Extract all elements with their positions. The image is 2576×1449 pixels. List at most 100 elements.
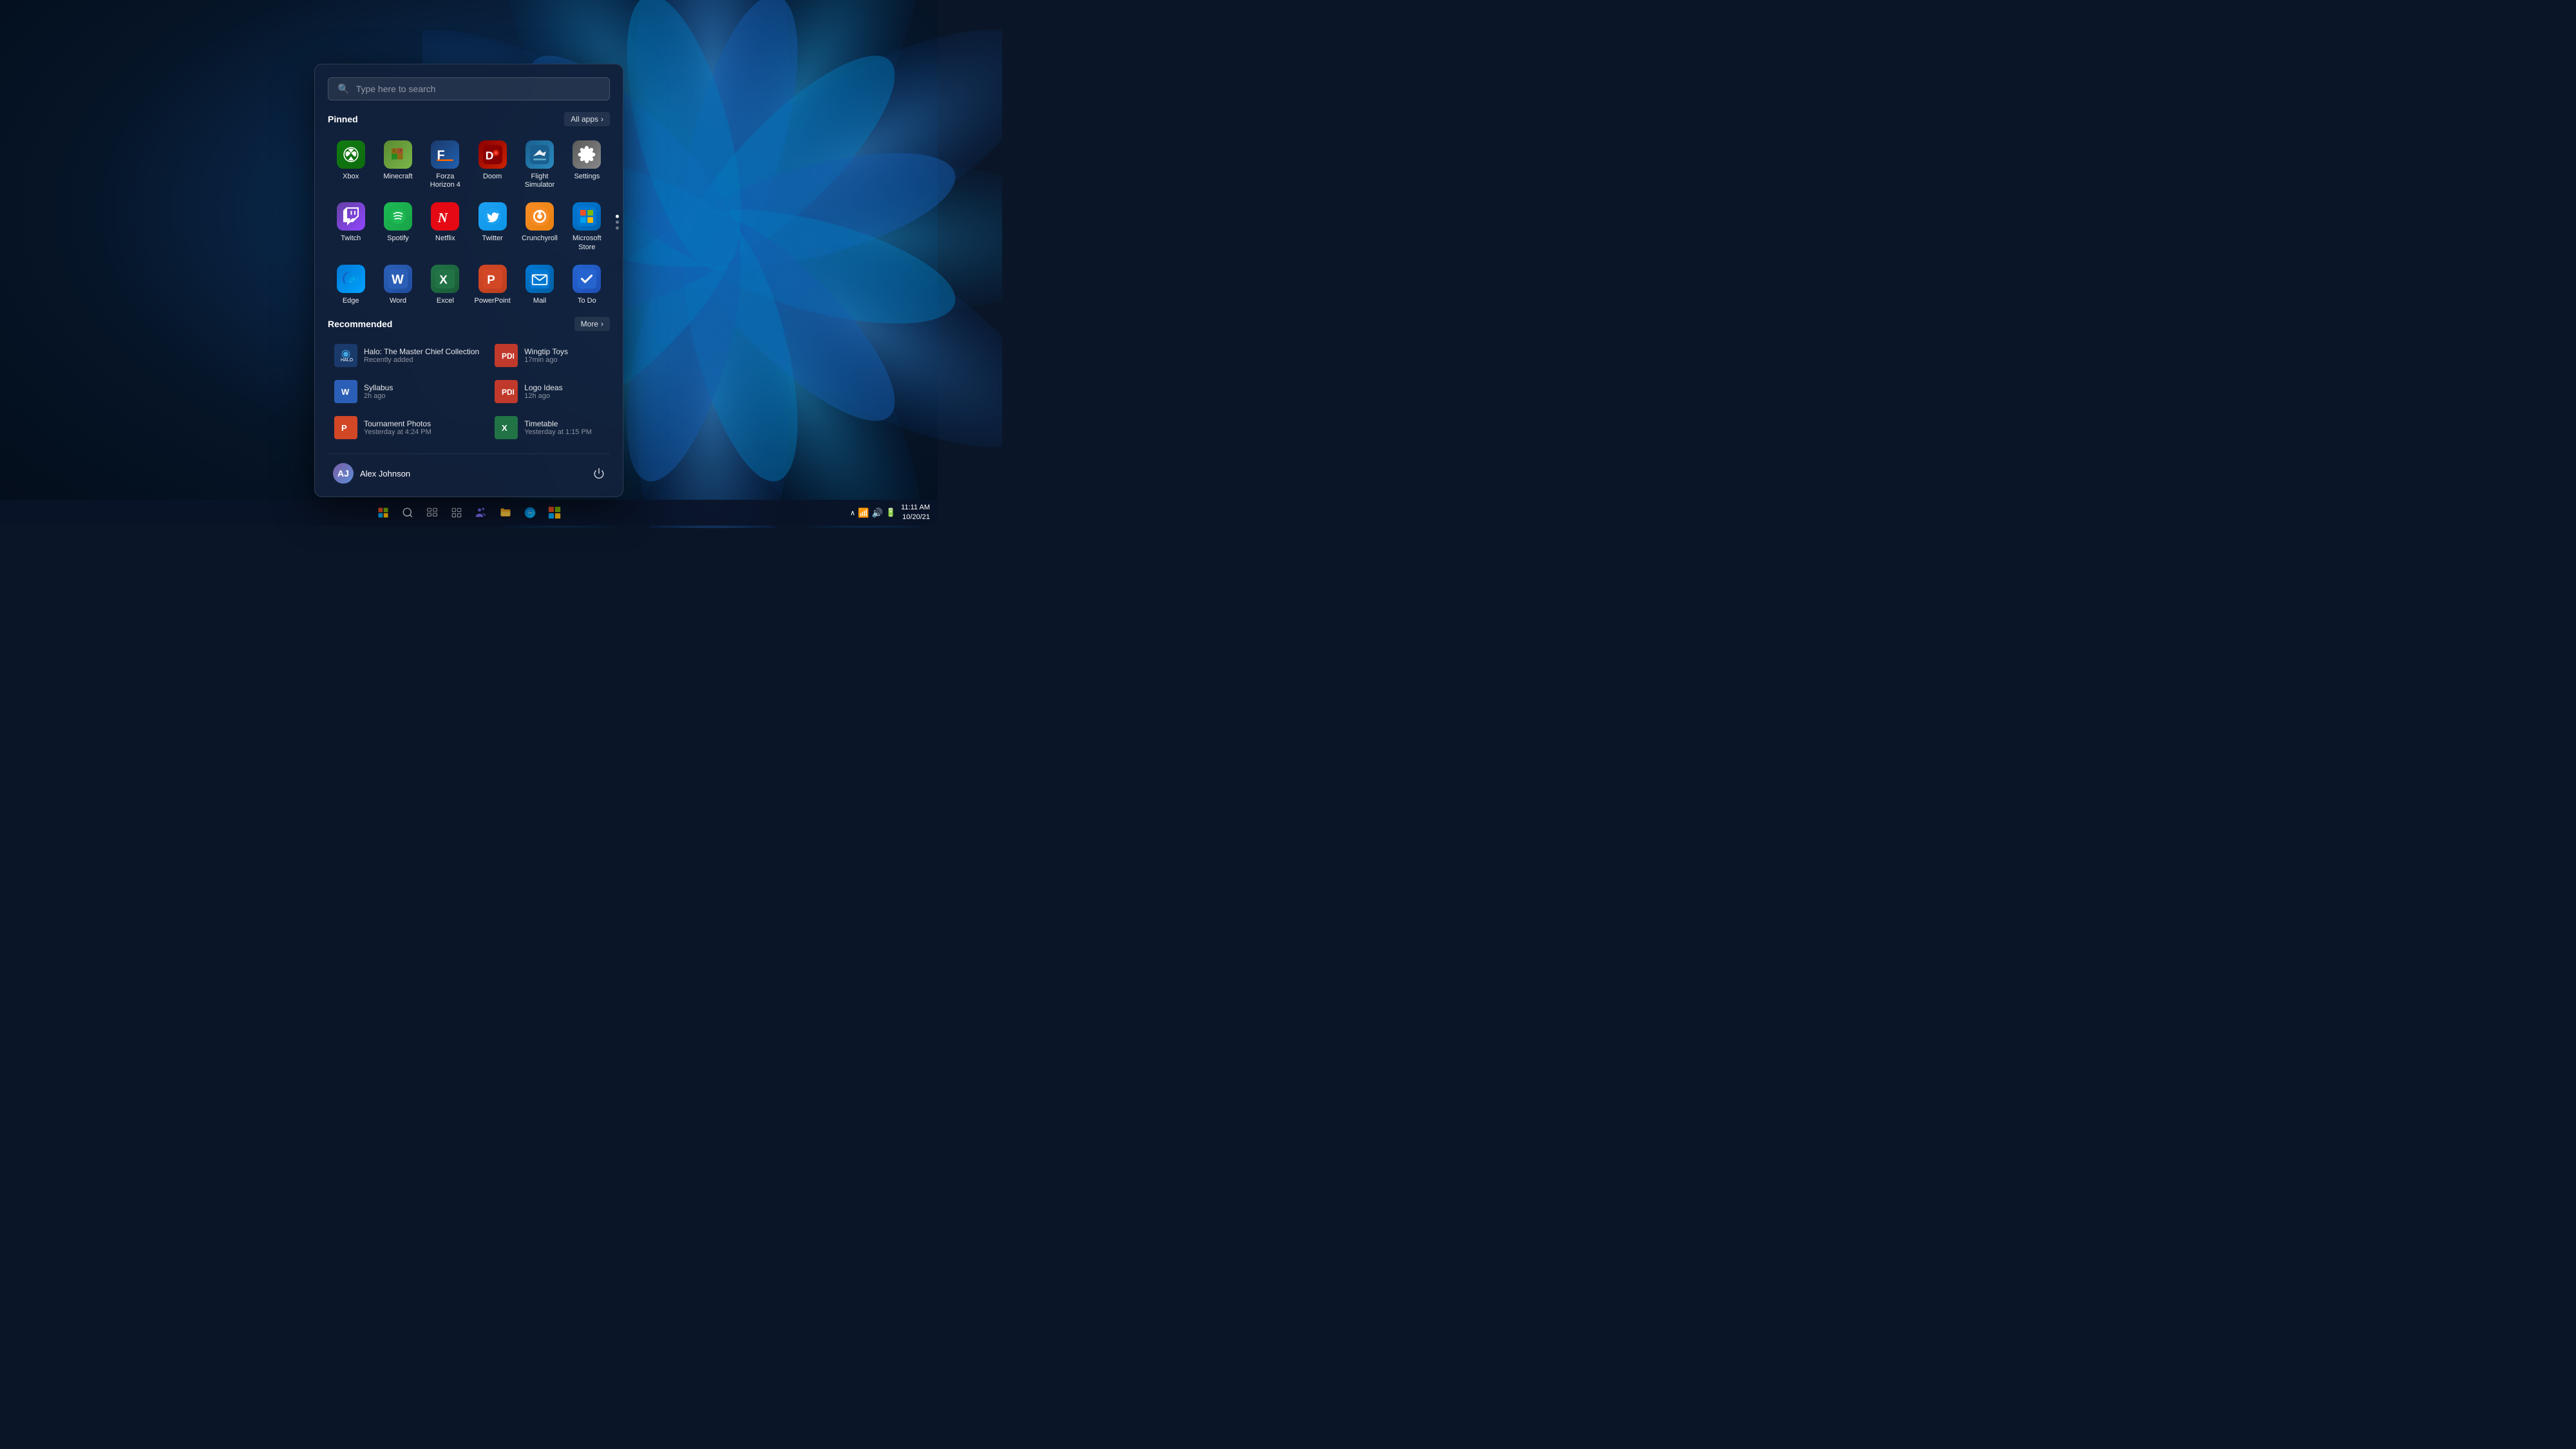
spotify-label: Spotify	[387, 234, 409, 243]
chevron-tray-icon[interactable]: ∧	[850, 509, 855, 517]
user-avatar: AJ	[333, 463, 354, 484]
clock-time: 11:11 AM	[901, 503, 930, 513]
wingtip-time: 17min ago	[524, 356, 603, 364]
flight-label: Flight Simulator	[520, 173, 558, 189]
taskbar-store-button[interactable]	[544, 502, 565, 523]
rec-item-halo[interactable]: HALO Halo: The Master Chief Collection R…	[328, 339, 486, 372]
user-profile[interactable]: AJ Alex Johnson	[328, 460, 415, 486]
pinned-label: Pinned	[328, 114, 358, 124]
netflix-icon: N	[431, 202, 459, 231]
rec-item-tournament[interactable]: P Tournament Photos Yesterday at 4:24 PM	[328, 411, 486, 444]
xbox-label: Xbox	[343, 173, 359, 181]
halo-info: Halo: The Master Chief Collection Recent…	[364, 347, 479, 364]
chevron-right-icon: ›	[601, 115, 603, 124]
app-item-msstore[interactable]: Microsoft Store	[564, 196, 610, 256]
mail-icon	[526, 265, 554, 293]
svg-text:P: P	[487, 272, 495, 286]
svg-text:X: X	[440, 272, 448, 286]
volume-icon[interactable]: 🔊	[872, 507, 883, 518]
edge-icon	[337, 265, 365, 293]
page-indicator	[616, 215, 619, 230]
svg-text:W: W	[392, 272, 404, 287]
syllabus-time: 2h ago	[364, 392, 479, 400]
app-item-flight[interactable]: Flight Simulator	[516, 134, 562, 194]
logo-ideas-icon: PDF	[495, 380, 518, 403]
app-item-settings[interactable]: Settings	[564, 134, 610, 194]
doom-icon: D	[478, 140, 507, 169]
mail-label: Mail	[533, 297, 546, 305]
chevron-right-icon-more: ›	[601, 319, 603, 328]
pinned-app-grid: Xbox Minecraft	[328, 134, 610, 310]
edge-label: Edge	[343, 297, 359, 305]
app-item-mail[interactable]: Mail	[516, 258, 562, 310]
recommended-label: Recommended	[328, 319, 392, 329]
syllabus-name: Syllabus	[364, 383, 479, 392]
svg-text:HALO: HALO	[341, 358, 354, 363]
app-item-crunchyroll[interactable]: Crunchyroll	[516, 196, 562, 256]
clock-date: 10/20/21	[901, 513, 930, 522]
app-item-ppt[interactable]: P PowerPoint	[469, 258, 515, 310]
taskbar-widgets-button[interactable]	[446, 502, 467, 523]
svg-text:N: N	[437, 210, 448, 225]
rec-item-syllabus[interactable]: W Syllabus 2h ago	[328, 375, 486, 408]
taskbar-edge-button[interactable]	[520, 502, 540, 523]
word-label: Word	[390, 297, 406, 305]
system-clock[interactable]: 11:11 AM 10/20/21	[901, 503, 930, 523]
app-item-todo[interactable]: To Do	[564, 258, 610, 310]
svg-text:P: P	[341, 423, 347, 433]
taskbar-explorer-button[interactable]	[495, 502, 516, 523]
app-item-twitch[interactable]: Twitch	[328, 196, 374, 256]
start-menu-bottom-row: AJ Alex Johnson	[328, 453, 610, 486]
timetable-info: Timetable Yesterday at 1:15 PM	[524, 419, 603, 436]
ppt-label: PowerPoint	[475, 297, 511, 305]
excel-icon: X	[431, 265, 459, 293]
netflix-label: Netflix	[435, 234, 455, 243]
app-item-forza[interactable]: F Forza Horizon 4	[422, 134, 468, 194]
settings-label: Settings	[574, 173, 600, 181]
page-dot-1	[616, 215, 619, 218]
halo-time: Recently added	[364, 356, 479, 364]
timetable-icon: X	[495, 416, 518, 439]
taskbar-taskview-button[interactable]	[422, 502, 442, 523]
battery-icon[interactable]: 🔋	[886, 507, 896, 518]
taskbar: ∧ 📶 🔊 🔋 11:11 AM 10/20/21	[0, 500, 938, 526]
wingtip-icon: PDF	[495, 344, 518, 367]
xbox-icon	[337, 140, 365, 169]
app-item-doom[interactable]: D Doom	[469, 134, 515, 194]
app-item-minecraft[interactable]: Minecraft	[375, 134, 421, 194]
logo-ideas-time: 12h ago	[524, 392, 603, 400]
app-item-netflix[interactable]: N Netflix	[422, 196, 468, 256]
app-item-spotify[interactable]: Spotify	[375, 196, 421, 256]
wingtip-name: Wingtip Toys	[524, 347, 603, 356]
settings-icon	[573, 140, 601, 169]
msstore-icon	[573, 202, 601, 231]
app-item-edge[interactable]: Edge	[328, 258, 374, 310]
svg-text:X: X	[502, 423, 507, 433]
minecraft-icon	[384, 140, 412, 169]
halo-name: Halo: The Master Chief Collection	[364, 347, 479, 356]
taskbar-teams-button[interactable]	[471, 502, 491, 523]
msstore-label: Microsoft Store	[568, 234, 606, 251]
start-button[interactable]	[373, 502, 393, 523]
app-item-twitter[interactable]: Twitter	[469, 196, 515, 256]
all-apps-button[interactable]: All apps ›	[564, 112, 610, 126]
todo-label: To Do	[578, 297, 596, 305]
app-item-word[interactable]: W Word	[375, 258, 421, 310]
wifi-icon[interactable]: 📶	[858, 507, 869, 518]
forza-label: Forza Horizon 4	[426, 173, 464, 189]
power-button[interactable]	[588, 462, 610, 484]
user-name: Alex Johnson	[360, 469, 410, 478]
app-item-xbox[interactable]: Xbox	[328, 134, 374, 194]
more-button[interactable]: More ›	[574, 317, 610, 331]
search-bar[interactable]: 🔍 Type here to search	[328, 77, 610, 100]
taskbar-center-icons	[373, 502, 565, 523]
rec-item-timetable[interactable]: X Timetable Yesterday at 1:15 PM	[488, 411, 610, 444]
app-item-excel[interactable]: X Excel	[422, 258, 468, 310]
taskbar-search-button[interactable]	[397, 502, 418, 523]
powerpoint-icon: P	[478, 265, 507, 293]
tray-icons: ∧ 📶 🔊 🔋	[850, 507, 896, 518]
doom-label: Doom	[483, 173, 502, 181]
rec-item-wingtip[interactable]: PDF Wingtip Toys 17min ago	[488, 339, 610, 372]
rec-item-logo[interactable]: PDF Logo Ideas 12h ago	[488, 375, 610, 408]
syllabus-icon: W	[334, 380, 357, 403]
